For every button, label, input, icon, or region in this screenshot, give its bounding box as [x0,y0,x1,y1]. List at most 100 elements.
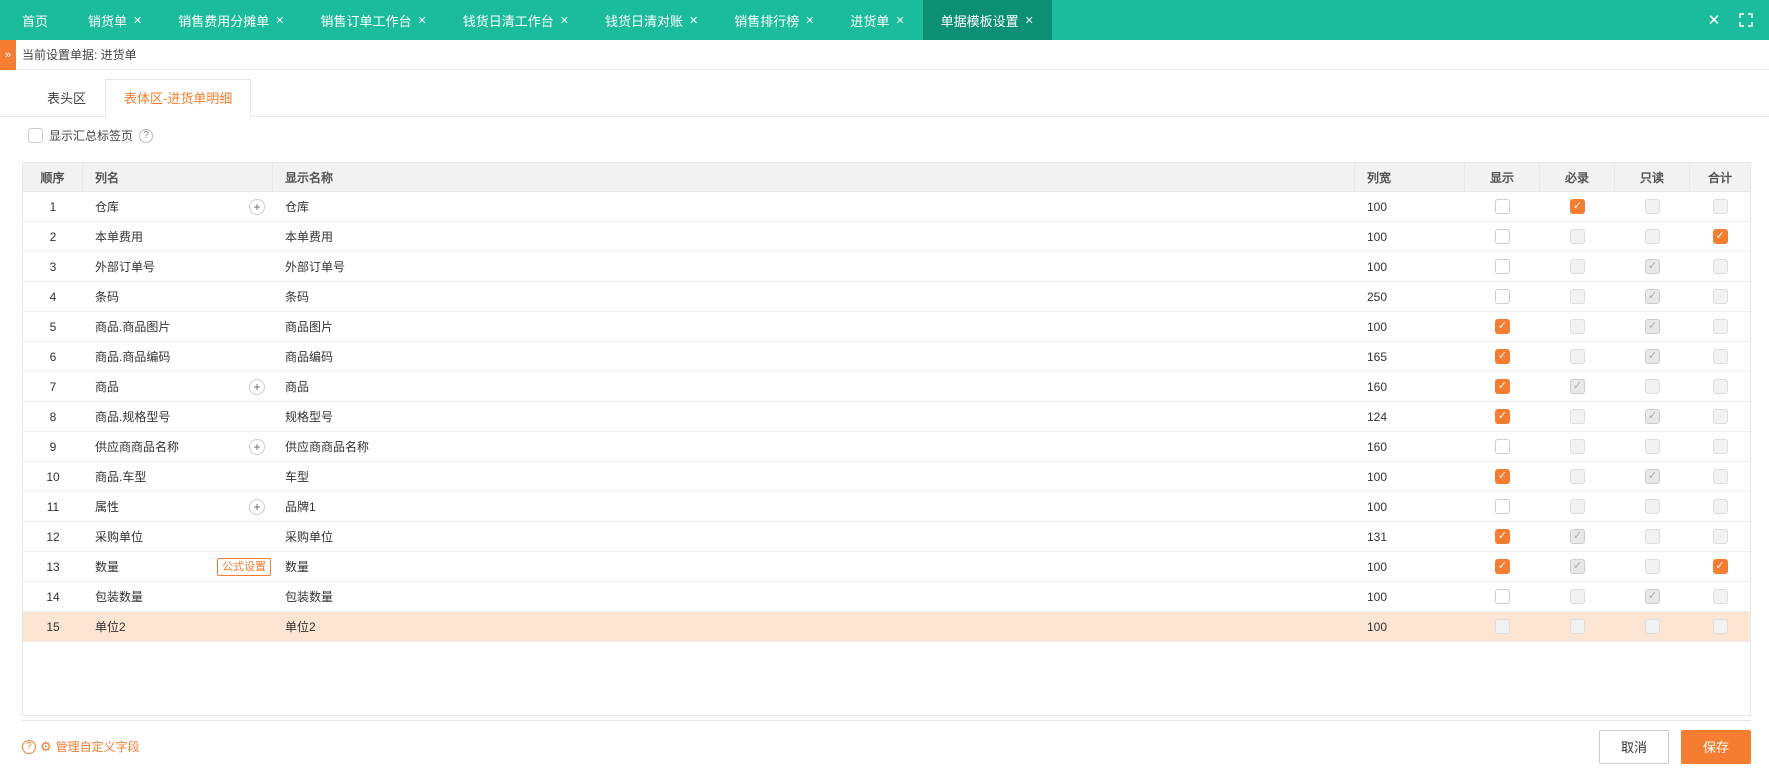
checkbox[interactable] [1495,349,1510,364]
section-tab[interactable]: 表体区-进货单明细 [105,79,251,117]
cell-width[interactable]: 100 [1355,252,1465,281]
checkbox[interactable] [1495,529,1510,544]
checkbox[interactable] [1495,379,1510,394]
table-row[interactable]: 5商品.商品图片商品图片100 [23,312,1750,342]
table-body[interactable]: 1仓库+仓库1002本单费用本单费用1003外部订单号外部订单号1004条码条码… [22,192,1751,716]
formula-button[interactable]: 公式设置 [217,558,271,576]
table-row[interactable]: 11属性+品牌1100 [23,492,1750,522]
add-icon[interactable]: + [249,439,265,455]
checkbox[interactable] [1495,229,1510,244]
app-tab[interactable]: 进货单✕ [832,0,922,40]
checkbox[interactable] [1495,559,1510,574]
cell-display-name[interactable]: 数量 [273,552,1355,581]
manage-custom-fields-link[interactable]: ? ⚙ 管理自定义字段 [22,738,140,755]
add-icon[interactable]: + [249,379,265,395]
cell-width[interactable]: 131 [1355,522,1465,551]
cell-display-name[interactable]: 供应商商品名称 [273,432,1355,461]
breadcrumb-toggle-icon[interactable]: » [0,40,16,70]
cell-width[interactable]: 100 [1355,192,1465,221]
checkbox[interactable] [1495,589,1510,604]
close-all-icon[interactable]: ✕ [1701,7,1727,33]
cell-width[interactable]: 100 [1355,312,1465,341]
checkbox[interactable] [1713,559,1728,574]
cell-width[interactable]: 160 [1355,432,1465,461]
close-icon[interactable]: ✕ [560,14,569,27]
help-icon[interactable]: ? [139,129,153,143]
checkbox[interactable] [1570,199,1585,214]
checkbox[interactable] [1495,319,1510,334]
app-tab[interactable]: 销售订单工作台✕ [302,0,444,40]
table-row[interactable]: 10商品.车型车型100 [23,462,1750,492]
table-row[interactable]: 8商品.规格型号规格型号124 [23,402,1750,432]
cell-display-name[interactable]: 商品 [273,372,1355,401]
cell-width[interactable]: 100 [1355,222,1465,251]
app-tab[interactable]: 钱货日清对账✕ [587,0,716,40]
app-tab[interactable]: 钱货日清工作台✕ [445,0,587,40]
app-tab[interactable]: 销售费用分摊单✕ [160,0,302,40]
cell-display-name[interactable]: 单位2 [273,612,1355,641]
cell-display-name[interactable]: 采购单位 [273,522,1355,551]
name-text: 商品.规格型号 [95,408,170,425]
cell-display-name[interactable]: 外部订单号 [273,252,1355,281]
fullscreen-icon[interactable] [1733,7,1759,33]
add-icon[interactable]: + [249,499,265,515]
cell-width[interactable]: 100 [1355,552,1465,581]
cell-display-name[interactable]: 包装数量 [273,582,1355,611]
cell-seq: 10 [23,462,83,491]
cell-width[interactable]: 165 [1355,342,1465,371]
cancel-button[interactable]: 取消 [1599,730,1669,764]
table-row[interactable]: 9供应商商品名称+供应商商品名称160 [23,432,1750,462]
checkbox[interactable] [1495,409,1510,424]
close-icon[interactable]: ✕ [805,14,814,27]
cell-width[interactable]: 100 [1355,612,1465,641]
checkbox[interactable] [1495,469,1510,484]
app-tab[interactable]: 首页 [0,0,70,40]
table-row[interactable]: 15单位2单位2100 [23,612,1750,642]
cell-display-name[interactable]: 条码 [273,282,1355,311]
checkbox[interactable] [1495,289,1510,304]
table-row[interactable]: 1仓库+仓库100 [23,192,1750,222]
cell-width[interactable]: 160 [1355,372,1465,401]
save-button[interactable]: 保存 [1681,730,1751,764]
checkbox[interactable] [1495,439,1510,454]
checkbox[interactable] [1495,499,1510,514]
cell-width[interactable]: 124 [1355,402,1465,431]
cell-display-name[interactable]: 商品编码 [273,342,1355,371]
checkbox[interactable] [1495,259,1510,274]
section-tab[interactable]: 表头区 [28,79,105,117]
table-row[interactable]: 4条码条码250 [23,282,1750,312]
cell-total [1690,222,1750,251]
cell-width[interactable]: 250 [1355,282,1465,311]
cell-display-name[interactable]: 车型 [273,462,1355,491]
close-icon[interactable]: ✕ [418,14,427,27]
close-icon[interactable]: ✕ [689,14,698,27]
table-row[interactable]: 7商品+商品160 [23,372,1750,402]
checkbox[interactable] [1713,229,1728,244]
app-tab[interactable]: 销售排行榜✕ [716,0,832,40]
close-icon[interactable]: ✕ [1025,14,1034,27]
show-summary-checkbox[interactable] [28,128,43,143]
app-tab[interactable]: 销货单✕ [70,0,160,40]
close-icon[interactable]: ✕ [133,14,142,27]
table-row[interactable]: 12采购单位采购单位131 [23,522,1750,552]
cell-display-name[interactable]: 品牌1 [273,492,1355,521]
cell-display-name[interactable]: 商品图片 [273,312,1355,341]
table-row[interactable]: 14包装数量包装数量100 [23,582,1750,612]
add-icon[interactable]: + [249,199,265,215]
cell-readonly [1615,432,1690,461]
cell-show [1465,342,1540,371]
cell-width[interactable]: 100 [1355,492,1465,521]
table-row[interactable]: 6商品.商品编码商品编码165 [23,342,1750,372]
cell-width[interactable]: 100 [1355,582,1465,611]
checkbox[interactable] [1495,199,1510,214]
cell-display-name[interactable]: 规格型号 [273,402,1355,431]
cell-display-name[interactable]: 仓库 [273,192,1355,221]
cell-display-name[interactable]: 本单费用 [273,222,1355,251]
close-icon[interactable]: ✕ [895,14,904,27]
table-row[interactable]: 13数量公式设置数量100 [23,552,1750,582]
table-row[interactable]: 2本单费用本单费用100 [23,222,1750,252]
cell-width[interactable]: 100 [1355,462,1465,491]
close-icon[interactable]: ✕ [275,14,284,27]
table-row[interactable]: 3外部订单号外部订单号100 [23,252,1750,282]
app-tab[interactable]: 单据模板设置✕ [923,0,1052,40]
